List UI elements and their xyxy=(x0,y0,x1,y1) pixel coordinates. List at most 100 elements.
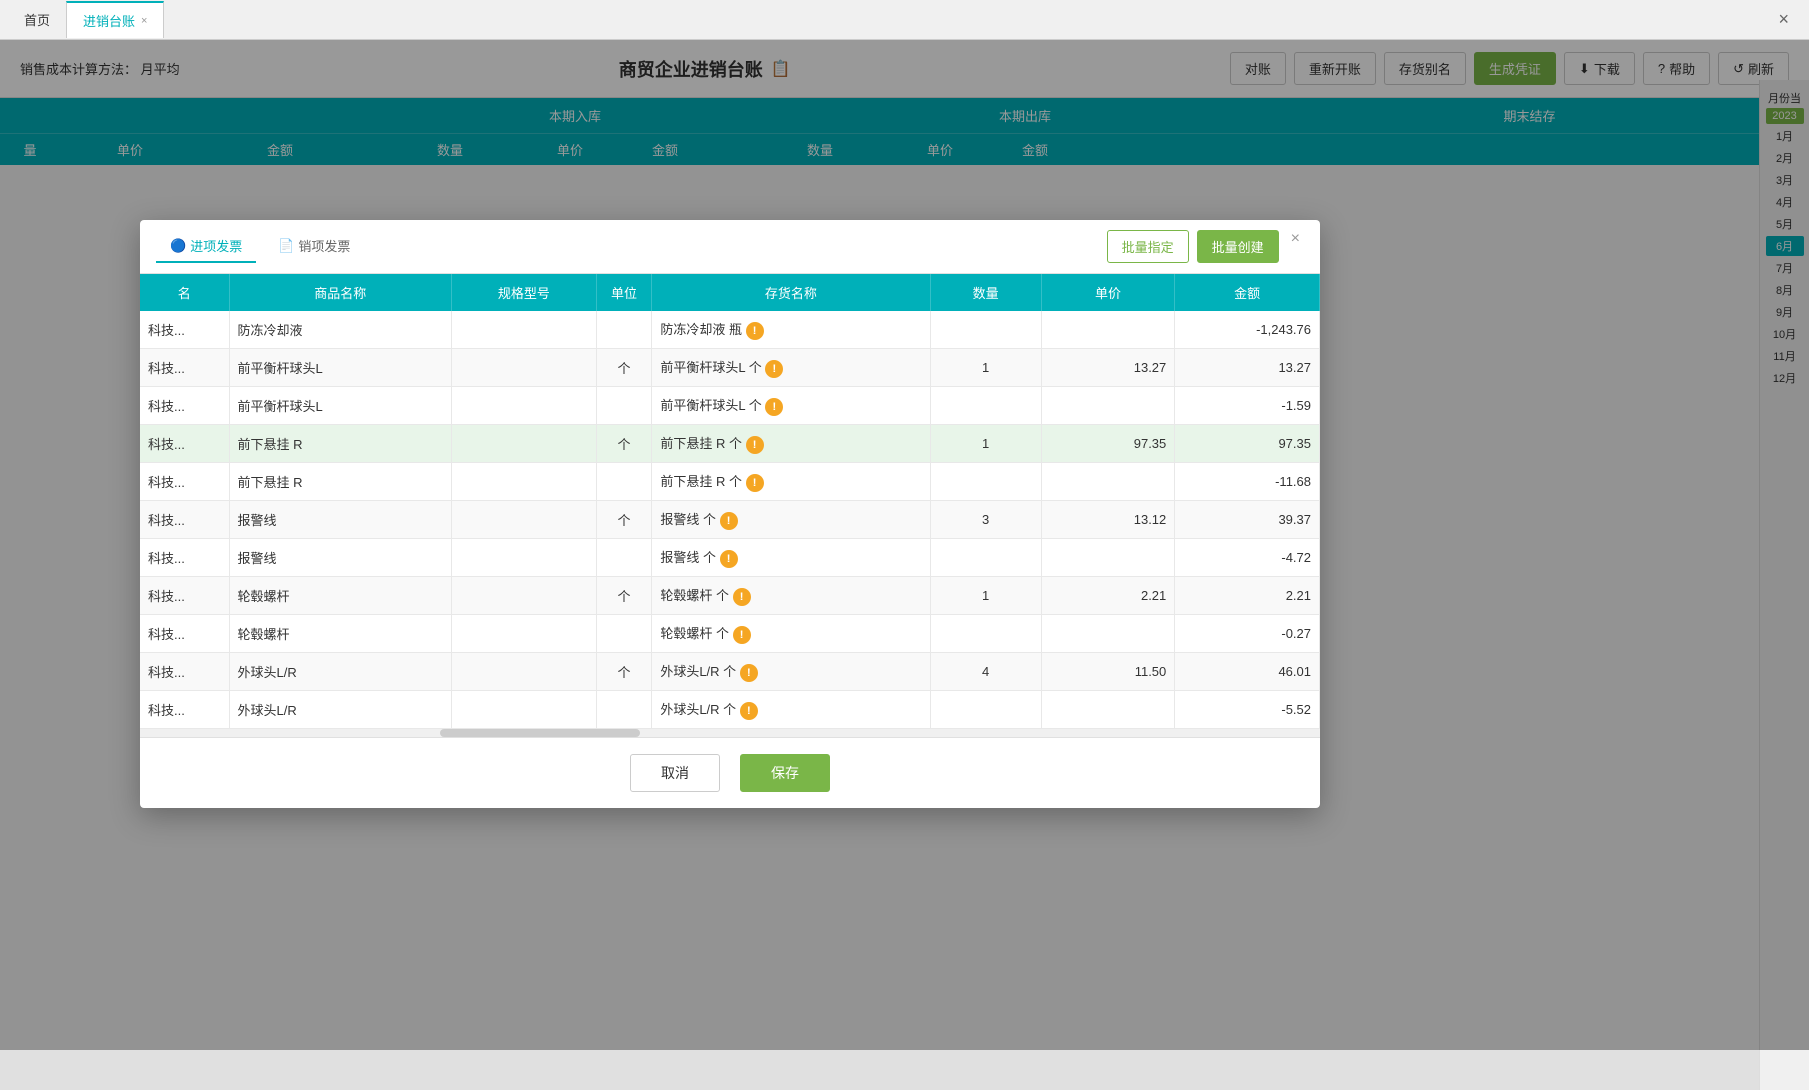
modal-close-button[interactable]: × xyxy=(1287,230,1304,263)
cell-amount: 13.27 xyxy=(1175,349,1320,387)
table-row: 科技... 前平衡杆球头L 个 前平衡杆球头L 个 ! 1 13.27 13.2… xyxy=(140,349,1320,387)
cell-unit xyxy=(596,691,652,729)
tab-close-icon[interactable]: × xyxy=(141,15,147,27)
cell-price xyxy=(1041,387,1175,425)
cell-spec xyxy=(452,539,597,577)
cell-qty: 1 xyxy=(930,425,1041,463)
cell-name: 科技... xyxy=(140,653,229,691)
cell-name: 科技... xyxy=(140,615,229,653)
cell-spec xyxy=(452,653,597,691)
cell-qty: 3 xyxy=(930,501,1041,539)
cell-name: 科技... xyxy=(140,311,229,349)
cell-spec xyxy=(452,425,597,463)
batch-create-button[interactable]: 批量创建 xyxy=(1197,230,1279,263)
col-price: 单价 xyxy=(1041,274,1175,311)
tab-home[interactable]: 首页 xyxy=(8,2,66,37)
cell-inventory: 报警线 个 ! xyxy=(652,501,930,539)
cell-product: 外球头L/R xyxy=(229,653,452,691)
table-row: 科技... 防冻冷却液 防冻冷却液 瓶 ! -1,243.76 xyxy=(140,311,1320,349)
warning-icon[interactable]: ! xyxy=(746,436,764,454)
warning-icon[interactable]: ! xyxy=(720,512,738,530)
cell-product: 前平衡杆球头L xyxy=(229,387,452,425)
purchase-invoice-icon: 🔵 xyxy=(170,238,186,254)
cell-amount: 39.37 xyxy=(1175,501,1320,539)
modal-header: 🔵 进项发票 📄 销项发票 批量指定 批量创建 × xyxy=(140,220,1320,274)
warning-icon[interactable]: ! xyxy=(733,588,751,606)
table-row: 科技... 轮毂螺杆 轮毂螺杆 个 ! -0.27 xyxy=(140,615,1320,653)
table-row: 科技... 前下悬挂 R 个 前下悬挂 R 个 ! 1 97.35 97.35 xyxy=(140,425,1320,463)
cell-unit xyxy=(596,615,652,653)
main-area: 销售成本计算方法： 月平均 商贸企业进销台账 📋 对账 重新开账 存货别名 生成… xyxy=(0,40,1809,1050)
cell-qty: 1 xyxy=(930,349,1041,387)
save-button[interactable]: 保存 xyxy=(740,754,830,792)
batch-assign-button[interactable]: 批量指定 xyxy=(1107,230,1189,263)
tab-bar: 首页 进销台账 × × xyxy=(0,0,1809,40)
cell-unit xyxy=(596,311,652,349)
window-close-button[interactable]: × xyxy=(1766,9,1801,30)
cell-unit xyxy=(596,539,652,577)
cancel-button[interactable]: 取消 xyxy=(630,754,720,792)
warning-icon[interactable]: ! xyxy=(746,322,764,340)
cell-price: 11.50 xyxy=(1041,653,1175,691)
warning-icon[interactable]: ! xyxy=(765,360,783,378)
table-row: 科技... 轮毂螺杆 个 轮毂螺杆 个 ! 1 2.21 2.21 xyxy=(140,577,1320,615)
cell-spec xyxy=(452,615,597,653)
tab-ledger[interactable]: 进销台账 × xyxy=(66,1,164,38)
cell-inventory: 外球头L/R 个 ! xyxy=(652,653,930,691)
tab-sales-invoice[interactable]: 📄 销项发票 xyxy=(264,230,364,263)
cell-spec xyxy=(452,501,597,539)
warning-icon[interactable]: ! xyxy=(720,550,738,568)
cell-product: 报警线 xyxy=(229,501,452,539)
cell-product: 轮毂螺杆 xyxy=(229,615,452,653)
cell-name: 科技... xyxy=(140,463,229,501)
table-row: 科技... 报警线 报警线 个 ! -4.72 xyxy=(140,539,1320,577)
cell-unit: 个 xyxy=(596,349,652,387)
cell-price xyxy=(1041,615,1175,653)
cell-spec xyxy=(452,387,597,425)
cell-price: 97.35 xyxy=(1041,425,1175,463)
warning-icon[interactable]: ! xyxy=(740,664,758,682)
cell-unit: 个 xyxy=(596,577,652,615)
cell-name: 科技... xyxy=(140,349,229,387)
cell-price xyxy=(1041,463,1175,501)
cell-product: 防冻冷却液 xyxy=(229,311,452,349)
cell-price xyxy=(1041,539,1175,577)
modal-dialog: 🔵 进项发票 📄 销项发票 批量指定 批量创建 × 名 商品名称 规格型 xyxy=(140,220,1320,808)
sales-invoice-icon: 📄 xyxy=(278,238,294,254)
cell-inventory: 前下悬挂 R 个 ! xyxy=(652,425,930,463)
col-inventory: 存货名称 xyxy=(652,274,930,311)
col-name: 名 xyxy=(140,274,229,311)
cell-spec xyxy=(452,577,597,615)
cell-inventory: 前下悬挂 R 个 ! xyxy=(652,463,930,501)
cell-amount: -5.52 xyxy=(1175,691,1320,729)
warning-icon[interactable]: ! xyxy=(740,702,758,720)
cell-unit: 个 xyxy=(596,425,652,463)
scrollbar-thumb[interactable] xyxy=(440,729,640,737)
cell-qty: 1 xyxy=(930,577,1041,615)
cell-inventory: 报警线 个 ! xyxy=(652,539,930,577)
cell-inventory: 外球头L/R 个 ! xyxy=(652,691,930,729)
tab-purchase-invoice[interactable]: 🔵 进项发票 xyxy=(156,230,256,263)
cell-name: 科技... xyxy=(140,387,229,425)
cell-qty xyxy=(930,311,1041,349)
warning-icon[interactable]: ! xyxy=(765,398,783,416)
cell-amount: -0.27 xyxy=(1175,615,1320,653)
cell-name: 科技... xyxy=(140,691,229,729)
cell-amount: 2.21 xyxy=(1175,577,1320,615)
cell-qty xyxy=(930,539,1041,577)
table-header-row: 名 商品名称 规格型号 单位 存货名称 数量 单价 金额 xyxy=(140,274,1320,311)
cell-price xyxy=(1041,311,1175,349)
cell-product: 轮毂螺杆 xyxy=(229,577,452,615)
modal-horizontal-scrollbar[interactable] xyxy=(140,729,1320,737)
warning-icon[interactable]: ! xyxy=(746,474,764,492)
cell-spec xyxy=(452,463,597,501)
cell-inventory: 前平衡杆球头L 个 ! xyxy=(652,349,930,387)
cell-product: 前下悬挂 R xyxy=(229,425,452,463)
cell-price: 13.27 xyxy=(1041,349,1175,387)
modal-table-container: 名 商品名称 规格型号 单位 存货名称 数量 单价 金额 科技... 防冻冷却液 xyxy=(140,274,1320,729)
col-spec: 规格型号 xyxy=(452,274,597,311)
table-row: 科技... 外球头L/R 个 外球头L/R 个 ! 4 11.50 46.01 xyxy=(140,653,1320,691)
cell-unit xyxy=(596,463,652,501)
cell-amount: -11.68 xyxy=(1175,463,1320,501)
warning-icon[interactable]: ! xyxy=(733,626,751,644)
